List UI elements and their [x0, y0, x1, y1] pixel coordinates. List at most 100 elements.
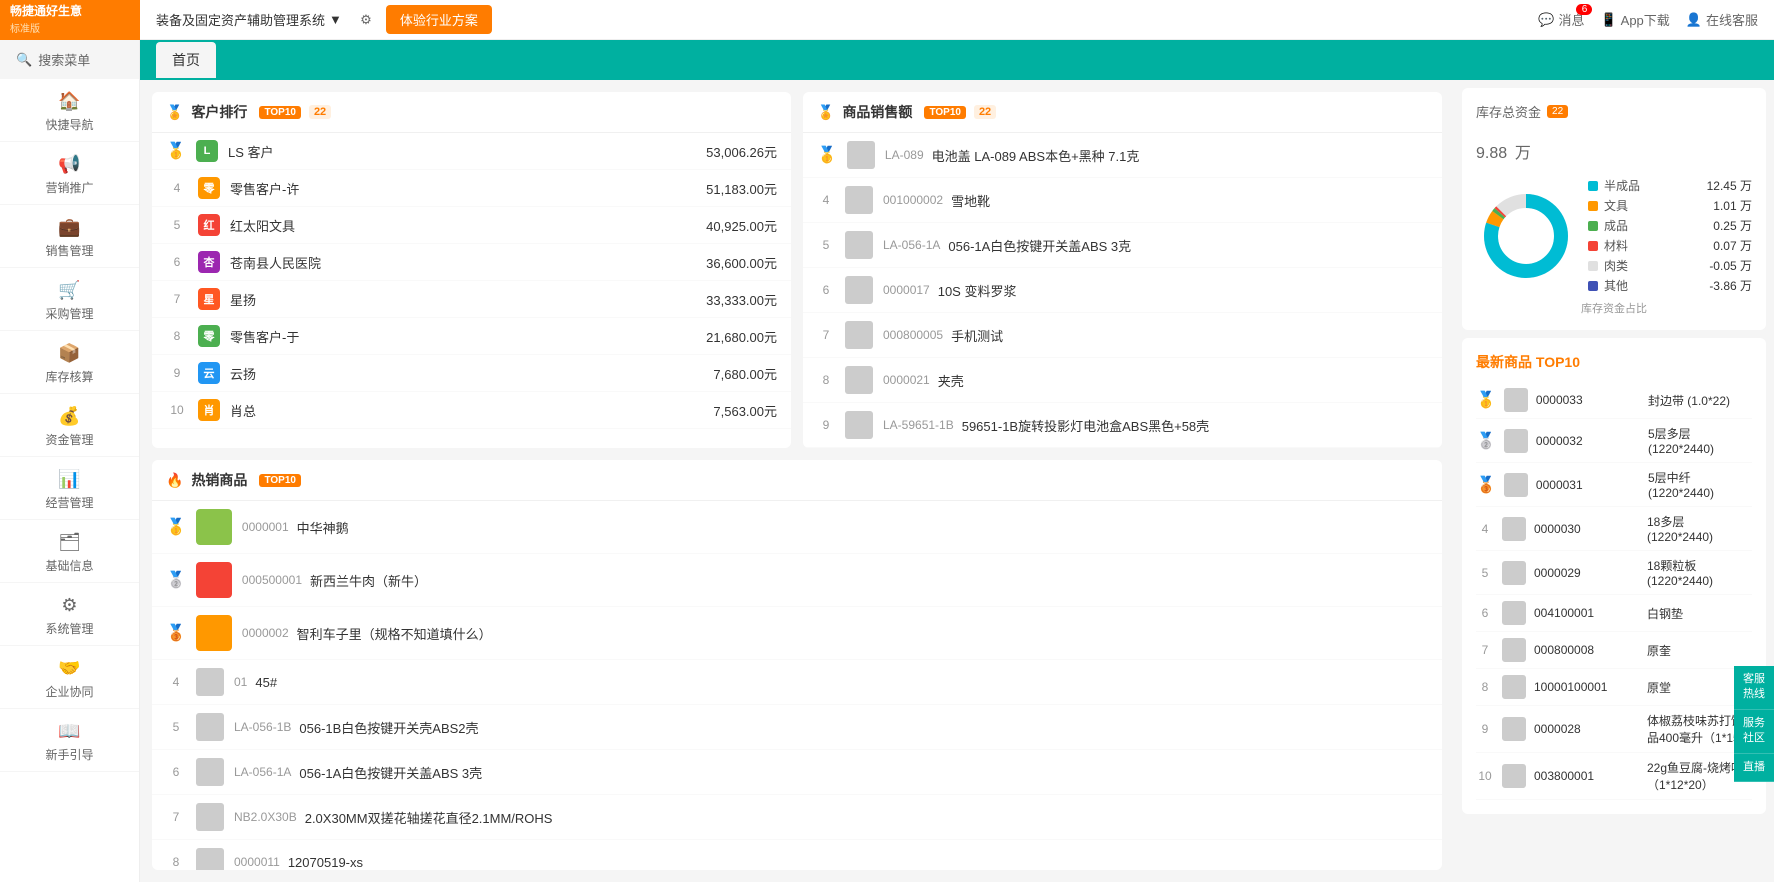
avatar: 星: [198, 288, 220, 310]
inventory-amount-value: 9.88: [1476, 145, 1507, 162]
message-badge: 6: [1576, 4, 1592, 15]
legend-item: 其他 -3.86 万: [1588, 277, 1752, 294]
topbar-right: 💬 消息 6 📱 App下载 👤 在线客服: [1538, 10, 1758, 29]
sidebar-item-system[interactable]: ⚙ 系统管理: [0, 583, 139, 646]
product-code: 0000021: [883, 373, 930, 387]
product-name: 056-1A白色按键开关盖ABS 3壳: [299, 763, 482, 782]
nav-home[interactable]: 首页: [156, 42, 216, 78]
product-sales-panel: 🏅 商品销售额 TOP10 22 🥇: [803, 92, 1442, 448]
product-info: LA-056-1B 056-1B白色按键开关壳ABS2壳: [234, 718, 479, 737]
product-image: [1502, 717, 1526, 741]
product-name: 056-1A白色按键开关盖ABS 3克: [948, 236, 1131, 255]
hot-products-panel: 🔥 热销商品 TOP10 🥇 0000001 中华神鹅: [152, 460, 1442, 870]
sidebar-search[interactable]: 🔍 搜索菜单: [0, 40, 139, 79]
customer-amount: 7,680.00元: [713, 364, 777, 383]
customer-amount: 33,333.00元: [706, 290, 777, 309]
list-item: 9 0000028 体椒荔枝味苏打饮品400毫升（1*15）: [1476, 706, 1752, 753]
finance-icon: 💰: [58, 406, 80, 427]
hot-products-label: 热销商品: [191, 470, 247, 490]
customer-amount: 7,563.00元: [713, 401, 777, 420]
operations-icon: 📊: [58, 469, 80, 490]
rank-num: 4: [1476, 522, 1494, 536]
legend-value: 12.45 万: [1707, 177, 1752, 194]
sidebar-item-marketing[interactable]: 📢 营销推广: [0, 142, 139, 205]
system-selector[interactable]: 装备及固定资产辅助管理系统 ▼: [156, 10, 346, 29]
product-name: 雪地靴: [951, 191, 990, 210]
product-name: 18多层 (1220*2440): [1647, 513, 1752, 544]
rank-num: 7: [817, 328, 835, 342]
sidebar-item-purchase[interactable]: 🛒 采购管理: [0, 268, 139, 331]
hot-products-header: 🔥 热销商品 TOP10: [152, 460, 1442, 501]
medal: 🥉: [1476, 475, 1496, 495]
table-row: 9 云 云扬 7,680.00元: [152, 355, 791, 392]
product-image: [1502, 764, 1526, 788]
product-code: 0000028: [1534, 722, 1639, 736]
customer-ranking-label: 客户排行: [191, 102, 247, 122]
product-info: 0000011 12070519-xs: [234, 855, 363, 870]
table-row: 🥇 LA-089 电池盖 LA-089 ABS本色+黑种 7.1克: [803, 133, 1442, 178]
layout: 🔍 搜索菜单 🏠 快捷导航 📢 营销推广 💼 销售管理 🛒 采购管理 📦 库存核…: [0, 40, 1774, 882]
customer-service-btn[interactable]: 客服热线: [1734, 666, 1774, 710]
hot-products-top10-badge: TOP10: [259, 474, 301, 487]
product-name: 10S 变料罗浆: [938, 281, 1017, 300]
sidebar-item-sales[interactable]: 💼 销售管理: [0, 205, 139, 268]
service-button[interactable]: 👤 在线客服: [1686, 10, 1758, 29]
app-download-button[interactable]: 📱 App下载: [1600, 10, 1669, 29]
avatar: 红: [198, 214, 220, 236]
service-community-btn[interactable]: 服务社区: [1734, 710, 1774, 754]
sidebar-item-finance[interactable]: 💰 资金管理: [0, 394, 139, 457]
product-image: [845, 411, 873, 439]
hot-products-title: 🔥 热销商品 TOP10: [166, 470, 301, 490]
service-icon: 👤: [1686, 12, 1702, 28]
customer-amount: 40,925.00元: [706, 216, 777, 235]
sidebar-item-base[interactable]: 🗂 基础信息: [0, 520, 139, 583]
customer-name: 零售客户-于: [230, 327, 696, 346]
guide-icon: 📖: [58, 721, 80, 742]
live-btn[interactable]: 直播: [1734, 754, 1774, 782]
sidebar-item-operations[interactable]: 📊 经营管理: [0, 457, 139, 520]
product-code: NB2.0X30B: [234, 810, 297, 824]
product-image: [196, 562, 232, 598]
legend-value: -3.86 万: [1709, 277, 1752, 294]
customer-name: 云扬: [230, 364, 703, 383]
product-info: 000500001 新西兰牛肉（新牛）: [242, 571, 427, 590]
product-sales-list: 🥇 LA-089 电池盖 LA-089 ABS本色+黑种 7.1克: [803, 133, 1442, 448]
sidebar-label-quick-nav: 快捷导航: [45, 116, 93, 133]
gear-icon[interactable]: ⚙: [354, 8, 378, 32]
rank-num: 5: [817, 238, 835, 252]
product-info: 0000001 中华神鹅: [242, 518, 349, 537]
product-image: [1502, 561, 1526, 585]
rank-num: 9: [817, 418, 835, 432]
sidebar-item-collab[interactable]: 🤝 企业协同: [0, 646, 139, 709]
hot-products-list: 🥇 0000001 中华神鹅 🥈 000500001: [152, 501, 1442, 870]
sidebar-item-inventory[interactable]: 📦 库存核算: [0, 331, 139, 394]
product-code: 001000002: [883, 193, 943, 207]
list-item: 8 10000100001 原堂: [1476, 669, 1752, 706]
product-sales-title: 🏅 商品销售额 TOP10 22: [817, 102, 996, 122]
customer-amount: 21,680.00元: [706, 327, 777, 346]
sidebar-item-guide[interactable]: 📖 新手引导: [0, 709, 139, 772]
system-name: 装备及固定资产辅助管理系统: [156, 10, 325, 29]
message-button[interactable]: 💬 消息 6: [1538, 10, 1584, 29]
rank-num: 4: [166, 181, 188, 195]
product-image: [845, 321, 873, 349]
sidebar-label-inventory: 库存核算: [45, 368, 93, 385]
sidebar-label-operations: 经营管理: [45, 494, 93, 511]
rank-num: 7: [166, 292, 188, 306]
customer-badge-count: 22: [309, 105, 331, 119]
product-image: [196, 848, 224, 870]
product-name: 新西兰牛肉（新牛）: [310, 571, 427, 590]
sidebar-item-quick-nav[interactable]: 🏠 快捷导航: [0, 79, 139, 142]
product-info: 000800005 手机测试: [883, 326, 1003, 345]
rank-num: 6: [166, 765, 186, 779]
rank-num: 5: [166, 218, 188, 232]
product-sales-label: 商品销售额: [842, 102, 912, 122]
sidebar-label-marketing: 营销推广: [45, 179, 93, 196]
inventory-icon: 📦: [58, 343, 80, 364]
trial-button[interactable]: 体验行业方案: [386, 5, 492, 34]
table-row: 5 红 红太阳文具 40,925.00元: [152, 207, 791, 244]
legend-dot: [1588, 261, 1598, 271]
product-image: [1504, 473, 1528, 497]
product-code: 000800008: [1534, 643, 1639, 657]
legend-item: 成品 0.25 万: [1588, 217, 1752, 234]
